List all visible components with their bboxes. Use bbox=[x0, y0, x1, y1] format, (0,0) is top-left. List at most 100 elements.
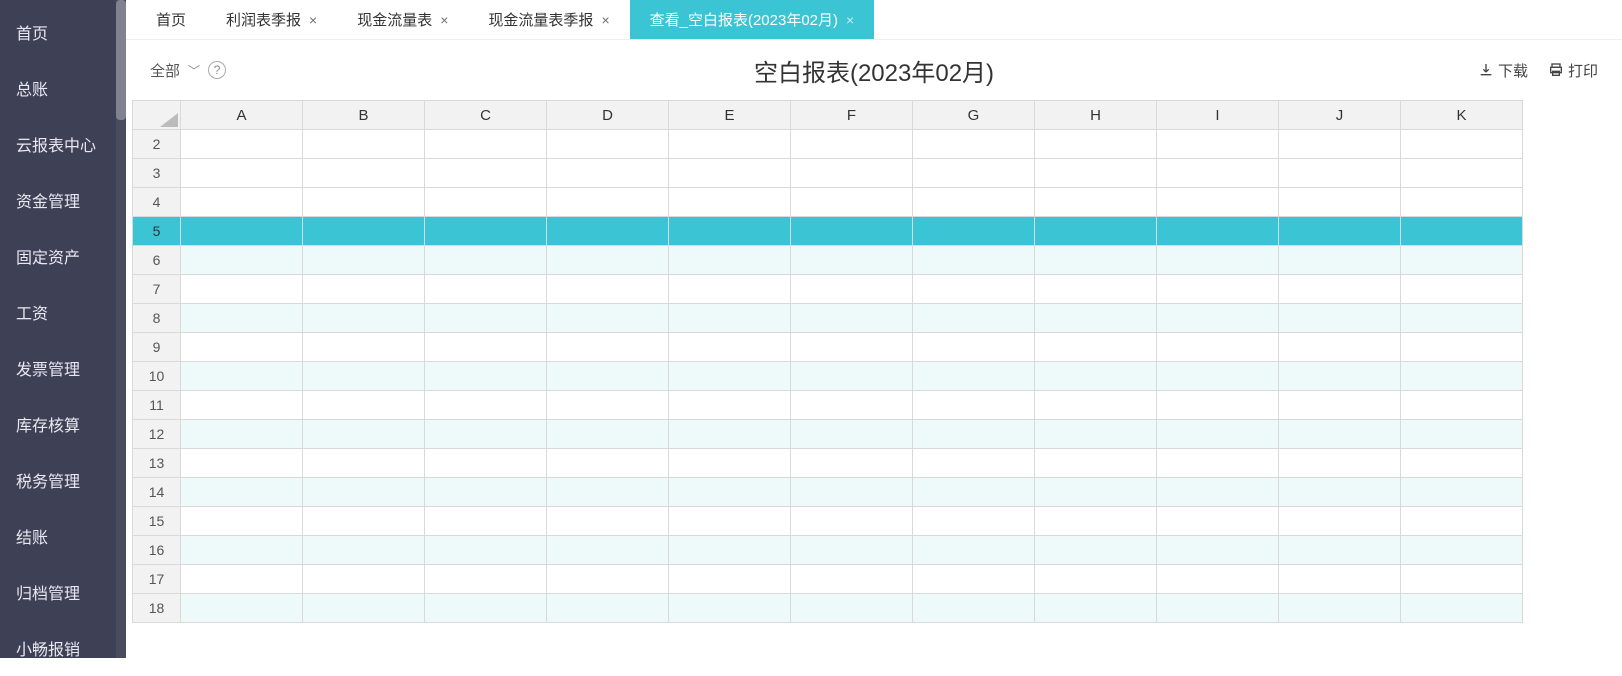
cell-B9[interactable] bbox=[303, 333, 425, 362]
cell-B17[interactable] bbox=[303, 565, 425, 594]
tab-2[interactable]: 现金流量表× bbox=[337, 0, 468, 39]
cell-A15[interactable] bbox=[181, 507, 303, 536]
spreadsheet[interactable]: ABCDEFGHIJK23456789101112131415161718 bbox=[126, 100, 1622, 658]
cell-F3[interactable] bbox=[791, 159, 913, 188]
cell-C5[interactable] bbox=[425, 217, 547, 246]
cell-D9[interactable] bbox=[547, 333, 669, 362]
cell-B8[interactable] bbox=[303, 304, 425, 333]
cell-C3[interactable] bbox=[425, 159, 547, 188]
cell-I6[interactable] bbox=[1157, 246, 1279, 275]
cell-J9[interactable] bbox=[1279, 333, 1401, 362]
cell-K9[interactable] bbox=[1401, 333, 1523, 362]
cell-D5[interactable] bbox=[547, 217, 669, 246]
column-header-C[interactable]: C bbox=[425, 101, 547, 130]
cell-K5[interactable] bbox=[1401, 217, 1523, 246]
sidebar-item-7[interactable]: 库存核算 bbox=[0, 396, 126, 452]
cell-F9[interactable] bbox=[791, 333, 913, 362]
cell-B4[interactable] bbox=[303, 188, 425, 217]
cell-D7[interactable] bbox=[547, 275, 669, 304]
cell-J16[interactable] bbox=[1279, 536, 1401, 565]
cell-H17[interactable] bbox=[1035, 565, 1157, 594]
cell-H2[interactable] bbox=[1035, 130, 1157, 159]
cell-G11[interactable] bbox=[913, 391, 1035, 420]
cell-E17[interactable] bbox=[669, 565, 791, 594]
cell-A5[interactable] bbox=[181, 217, 303, 246]
sidebar-item-5[interactable]: 工资 bbox=[0, 284, 126, 340]
cell-J10[interactable] bbox=[1279, 362, 1401, 391]
cell-F17[interactable] bbox=[791, 565, 913, 594]
cell-E8[interactable] bbox=[669, 304, 791, 333]
cell-I4[interactable] bbox=[1157, 188, 1279, 217]
row-header-13[interactable]: 13 bbox=[133, 449, 181, 478]
cell-K13[interactable] bbox=[1401, 449, 1523, 478]
cell-H10[interactable] bbox=[1035, 362, 1157, 391]
sidebar-item-10[interactable]: 归档管理 bbox=[0, 564, 126, 620]
cell-E4[interactable] bbox=[669, 188, 791, 217]
cell-K12[interactable] bbox=[1401, 420, 1523, 449]
close-icon[interactable]: × bbox=[846, 12, 854, 28]
cell-B6[interactable] bbox=[303, 246, 425, 275]
row-header-17[interactable]: 17 bbox=[133, 565, 181, 594]
cell-K2[interactable] bbox=[1401, 130, 1523, 159]
column-header-K[interactable]: K bbox=[1401, 101, 1523, 130]
cell-E2[interactable] bbox=[669, 130, 791, 159]
column-header-H[interactable]: H bbox=[1035, 101, 1157, 130]
cell-C18[interactable] bbox=[425, 594, 547, 623]
cell-E18[interactable] bbox=[669, 594, 791, 623]
download-button[interactable]: 下载 bbox=[1478, 60, 1528, 81]
row-header-18[interactable]: 18 bbox=[133, 594, 181, 623]
cell-F15[interactable] bbox=[791, 507, 913, 536]
column-header-F[interactable]: F bbox=[791, 101, 913, 130]
cell-C8[interactable] bbox=[425, 304, 547, 333]
cell-J15[interactable] bbox=[1279, 507, 1401, 536]
cell-I5[interactable] bbox=[1157, 217, 1279, 246]
cell-K15[interactable] bbox=[1401, 507, 1523, 536]
cell-H16[interactable] bbox=[1035, 536, 1157, 565]
sidebar-item-0[interactable]: 首页 bbox=[0, 4, 126, 60]
cell-I7[interactable] bbox=[1157, 275, 1279, 304]
cell-K11[interactable] bbox=[1401, 391, 1523, 420]
cell-C17[interactable] bbox=[425, 565, 547, 594]
column-header-E[interactable]: E bbox=[669, 101, 791, 130]
cell-B13[interactable] bbox=[303, 449, 425, 478]
cell-J2[interactable] bbox=[1279, 130, 1401, 159]
cell-H3[interactable] bbox=[1035, 159, 1157, 188]
cell-H14[interactable] bbox=[1035, 478, 1157, 507]
cell-C9[interactable] bbox=[425, 333, 547, 362]
cell-J3[interactable] bbox=[1279, 159, 1401, 188]
row-header-4[interactable]: 4 bbox=[133, 188, 181, 217]
tab-0[interactable]: 首页 bbox=[136, 0, 206, 39]
cell-F7[interactable] bbox=[791, 275, 913, 304]
cell-I16[interactable] bbox=[1157, 536, 1279, 565]
cell-B2[interactable] bbox=[303, 130, 425, 159]
tab-4[interactable]: 查看_空白报表(2023年02月)× bbox=[630, 0, 875, 39]
cell-F18[interactable] bbox=[791, 594, 913, 623]
filter-dropdown[interactable]: 全部 ﹀ ? bbox=[150, 60, 226, 81]
cell-A16[interactable] bbox=[181, 536, 303, 565]
sidebar-scrollbar-thumb[interactable] bbox=[116, 0, 126, 120]
row-header-10[interactable]: 10 bbox=[133, 362, 181, 391]
sidebar-item-8[interactable]: 税务管理 bbox=[0, 452, 126, 508]
cell-J13[interactable] bbox=[1279, 449, 1401, 478]
cell-G13[interactable] bbox=[913, 449, 1035, 478]
row-header-12[interactable]: 12 bbox=[133, 420, 181, 449]
cell-I2[interactable] bbox=[1157, 130, 1279, 159]
cell-J6[interactable] bbox=[1279, 246, 1401, 275]
cell-G8[interactable] bbox=[913, 304, 1035, 333]
cell-A8[interactable] bbox=[181, 304, 303, 333]
cell-D18[interactable] bbox=[547, 594, 669, 623]
row-header-15[interactable]: 15 bbox=[133, 507, 181, 536]
cell-E10[interactable] bbox=[669, 362, 791, 391]
cell-F12[interactable] bbox=[791, 420, 913, 449]
cell-I12[interactable] bbox=[1157, 420, 1279, 449]
tab-3[interactable]: 现金流量表季报× bbox=[468, 0, 629, 39]
cell-E13[interactable] bbox=[669, 449, 791, 478]
row-header-2[interactable]: 2 bbox=[133, 130, 181, 159]
cell-B11[interactable] bbox=[303, 391, 425, 420]
cell-G3[interactable] bbox=[913, 159, 1035, 188]
cell-A14[interactable] bbox=[181, 478, 303, 507]
cell-B16[interactable] bbox=[303, 536, 425, 565]
cell-I14[interactable] bbox=[1157, 478, 1279, 507]
sidebar-scrollbar-track[interactable] bbox=[116, 0, 126, 658]
cell-D8[interactable] bbox=[547, 304, 669, 333]
